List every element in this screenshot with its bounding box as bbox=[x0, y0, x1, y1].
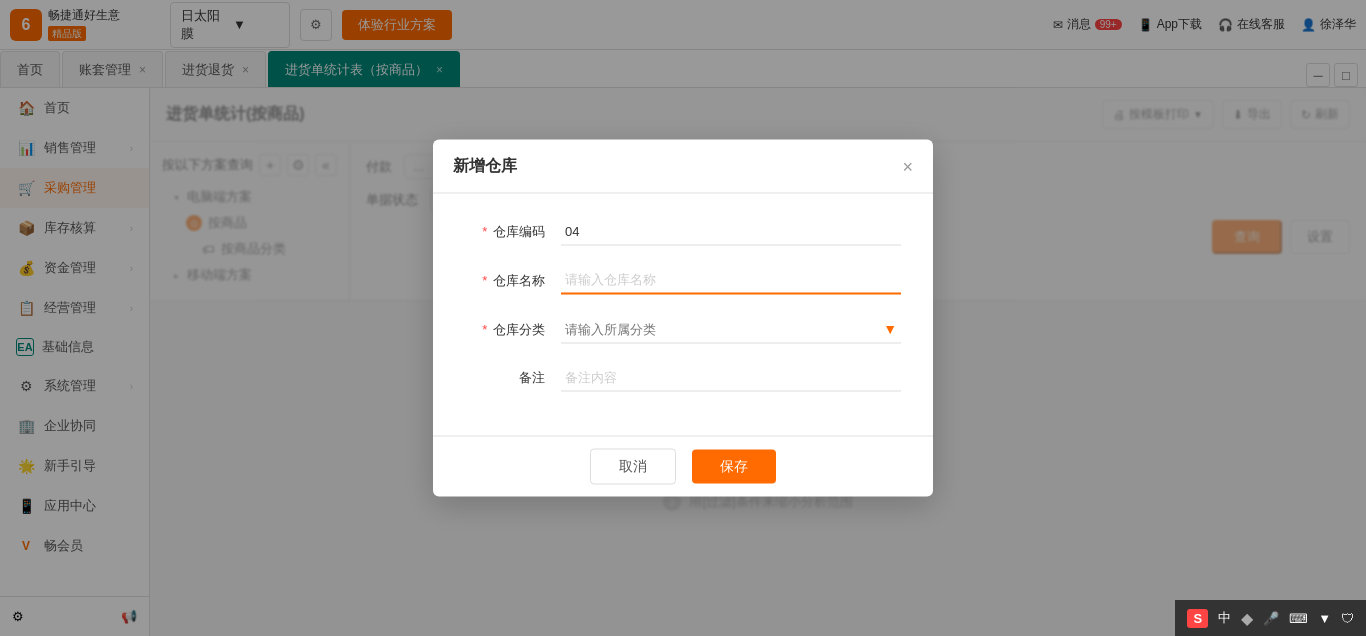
modal-title: 新增仓库 bbox=[453, 156, 517, 177]
taskbar: S 中 ◆ 🎤 ⌨ ▼ 🛡 bbox=[1175, 600, 1366, 636]
form-row-remark: 备注 bbox=[465, 364, 901, 392]
taskbar-s-logo: S bbox=[1187, 609, 1208, 628]
code-required-star: * bbox=[482, 224, 487, 239]
category-select-wrap[interactable]: ▼ bbox=[561, 315, 901, 344]
modal-close-button[interactable]: × bbox=[902, 157, 913, 175]
taskbar-shield-icon: 🛡 bbox=[1341, 611, 1354, 626]
taskbar-mic-icon[interactable]: 🎤 bbox=[1263, 611, 1279, 626]
taskbar-keyboard-icon[interactable]: ⌨ bbox=[1289, 611, 1308, 626]
form-row-category: * 仓库分类 ▼ bbox=[465, 315, 901, 344]
warehouse-name-input[interactable] bbox=[561, 266, 901, 295]
category-select-input[interactable] bbox=[565, 321, 883, 336]
modal-body: * 仓库编码 * 仓库名称 * 仓库分类 ▼ bbox=[433, 194, 933, 436]
name-required-star: * bbox=[482, 272, 487, 287]
remark-label: 备注 bbox=[465, 369, 545, 387]
remark-input[interactable] bbox=[561, 364, 901, 392]
modal-footer: 取消 保存 bbox=[433, 436, 933, 497]
code-label: * 仓库编码 bbox=[465, 223, 545, 241]
save-button[interactable]: 保存 bbox=[692, 450, 776, 484]
cancel-button[interactable]: 取消 bbox=[590, 449, 676, 485]
new-warehouse-modal: 新增仓库 × * 仓库编码 * 仓库名称 * 仓库分类 bbox=[433, 140, 933, 497]
form-row-code: * 仓库编码 bbox=[465, 218, 901, 246]
taskbar-zh-button[interactable]: 中 bbox=[1218, 609, 1231, 627]
name-label: * 仓库名称 bbox=[465, 271, 545, 289]
warehouse-code-input[interactable] bbox=[561, 218, 901, 246]
taskbar-diamond-icon: ◆ bbox=[1241, 609, 1253, 628]
category-required-star: * bbox=[482, 321, 487, 336]
modal-header: 新增仓库 × bbox=[433, 140, 933, 194]
form-row-name: * 仓库名称 bbox=[465, 266, 901, 295]
category-label: * 仓库分类 bbox=[465, 320, 545, 338]
category-dropdown-icon: ▼ bbox=[883, 321, 897, 337]
taskbar-arrow-icon[interactable]: ▼ bbox=[1318, 611, 1331, 626]
